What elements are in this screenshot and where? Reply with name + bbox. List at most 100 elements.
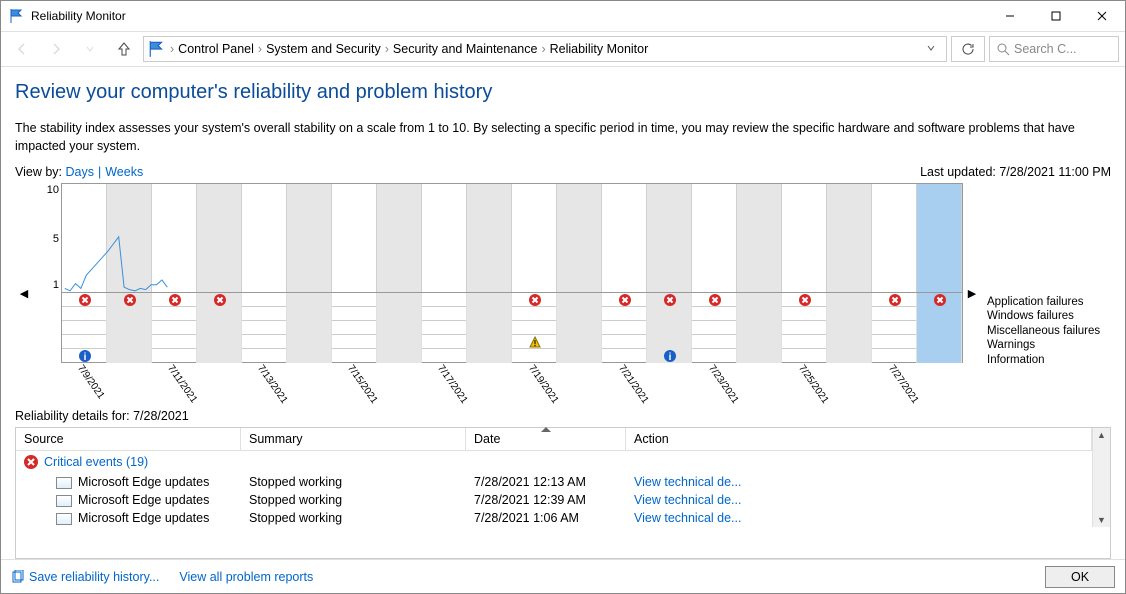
error-icon (709, 294, 721, 306)
event-icon[interactable] (917, 293, 962, 306)
chart-day[interactable] (692, 184, 737, 292)
error-icon (799, 294, 811, 306)
breadcrumb[interactable]: System and Security (266, 42, 381, 56)
save-history-link[interactable]: Save reliability history... (11, 570, 159, 584)
event-icon[interactable] (692, 293, 737, 306)
chart-day[interactable] (782, 184, 827, 292)
event-row (62, 335, 962, 349)
chart-scroll-right[interactable]: ▶ (963, 183, 981, 403)
view-details-link[interactable]: View technical de... (626, 511, 1092, 525)
chart-day[interactable] (332, 184, 377, 292)
close-button[interactable] (1079, 1, 1125, 31)
address-bar[interactable]: › Control Panel › System and Security › … (143, 36, 947, 62)
search-input[interactable]: Search C... (989, 36, 1119, 62)
refresh-button[interactable] (951, 36, 985, 62)
event-icon[interactable]: i (647, 349, 692, 363)
breadcrumb[interactable]: Security and Maintenance (393, 42, 538, 56)
event-icon[interactable] (107, 293, 152, 306)
chevron-right-icon: › (170, 42, 174, 56)
chart-day[interactable] (872, 184, 917, 292)
view-by-days[interactable]: Days (66, 165, 94, 179)
table-body: Critical events (19) Microsoft Edge upda… (16, 451, 1092, 527)
event-icon[interactable] (512, 293, 557, 306)
chart-day[interactable] (422, 184, 467, 292)
chart-day[interactable] (827, 184, 872, 292)
up-button[interactable] (109, 34, 139, 64)
stability-chart[interactable] (61, 183, 963, 293)
event-icon[interactable] (512, 335, 557, 348)
chart-day[interactable] (467, 184, 512, 292)
chart-day[interactable] (107, 184, 152, 292)
copy-icon (11, 570, 25, 584)
flag-icon (9, 8, 25, 24)
error-icon (619, 294, 631, 306)
minimize-button[interactable] (987, 1, 1033, 31)
table-row[interactable]: Microsoft Edge updatesStopped working7/2… (16, 509, 1092, 527)
event-icon[interactable] (197, 293, 242, 306)
chevron-right-icon: › (385, 42, 389, 56)
view-by-weeks[interactable]: Weeks (105, 165, 143, 179)
date-tick: 7/19/2021 (526, 363, 561, 406)
event-icon[interactable] (872, 293, 917, 306)
page-title: Review your computer's reliability and p… (15, 81, 1111, 104)
chart-day[interactable] (557, 184, 602, 292)
date-tick: 7/23/2021 (706, 363, 741, 406)
ok-button[interactable]: OK (1045, 566, 1115, 588)
table-row[interactable]: Microsoft Edge updatesStopped working7/2… (16, 491, 1092, 509)
error-icon (934, 294, 946, 306)
event-icon[interactable] (782, 293, 827, 306)
view-all-link[interactable]: View all problem reports (179, 570, 313, 584)
y-axis: 1051 (33, 183, 61, 293)
bottom-bar: Save reliability history... View all pro… (1, 559, 1125, 593)
col-source[interactable]: Source (16, 428, 241, 451)
chart-day[interactable] (737, 184, 782, 292)
event-row: ii (62, 349, 962, 363)
view-details-link[interactable]: View technical de... (626, 475, 1092, 489)
back-button (7, 34, 37, 64)
chart-day[interactable] (602, 184, 647, 292)
maximize-button[interactable] (1033, 1, 1079, 31)
event-icon[interactable] (602, 293, 647, 306)
col-date[interactable]: Date (466, 428, 626, 451)
error-icon (214, 294, 226, 306)
event-row (62, 307, 962, 321)
chart-day[interactable] (242, 184, 287, 292)
chart-day[interactable] (377, 184, 422, 292)
event-icon[interactable]: i (62, 349, 107, 363)
search-icon (996, 42, 1010, 56)
col-summary[interactable]: Summary (241, 428, 466, 451)
date-tick: 7/15/2021 (345, 363, 380, 406)
col-action[interactable]: Action (626, 428, 1092, 451)
error-icon (169, 294, 181, 306)
svg-text:i: i (83, 352, 86, 362)
window-title: Reliability Monitor (31, 9, 987, 23)
last-updated: Last updated: 7/28/2021 11:00 PM (920, 165, 1111, 179)
event-row (62, 321, 962, 335)
chevron-right-icon: › (258, 42, 262, 56)
date-tick: 7/27/2021 (886, 363, 921, 406)
chart-day[interactable] (197, 184, 242, 292)
scrollbar[interactable]: ▲▼ (1092, 428, 1110, 527)
event-grid[interactable]: ii (61, 293, 963, 363)
date-tick: 7/9/2021 (75, 363, 106, 401)
chart-day[interactable] (647, 184, 692, 292)
chart-day[interactable] (512, 184, 557, 292)
group-critical[interactable]: Critical events (19) (16, 451, 1092, 473)
info-icon: i (664, 350, 676, 362)
date-tick: 7/17/2021 (435, 363, 470, 406)
breadcrumb[interactable]: Control Panel (178, 42, 254, 56)
event-icon[interactable] (152, 293, 197, 306)
chart-day[interactable] (287, 184, 332, 292)
breadcrumb[interactable]: Reliability Monitor (550, 42, 649, 56)
chart-scroll-left[interactable]: ◀ (15, 183, 33, 403)
chart-day[interactable] (152, 184, 197, 292)
address-dropdown[interactable] (920, 42, 942, 56)
event-icon[interactable] (62, 293, 107, 306)
chart-day[interactable] (62, 184, 107, 292)
event-icon[interactable] (647, 293, 692, 306)
table-row[interactable]: Microsoft Edge updatesStopped working7/2… (16, 473, 1092, 491)
error-icon (79, 294, 91, 306)
view-details-link[interactable]: View technical de... (626, 493, 1092, 507)
chart-day[interactable] (917, 184, 962, 292)
app-icon (56, 495, 72, 507)
